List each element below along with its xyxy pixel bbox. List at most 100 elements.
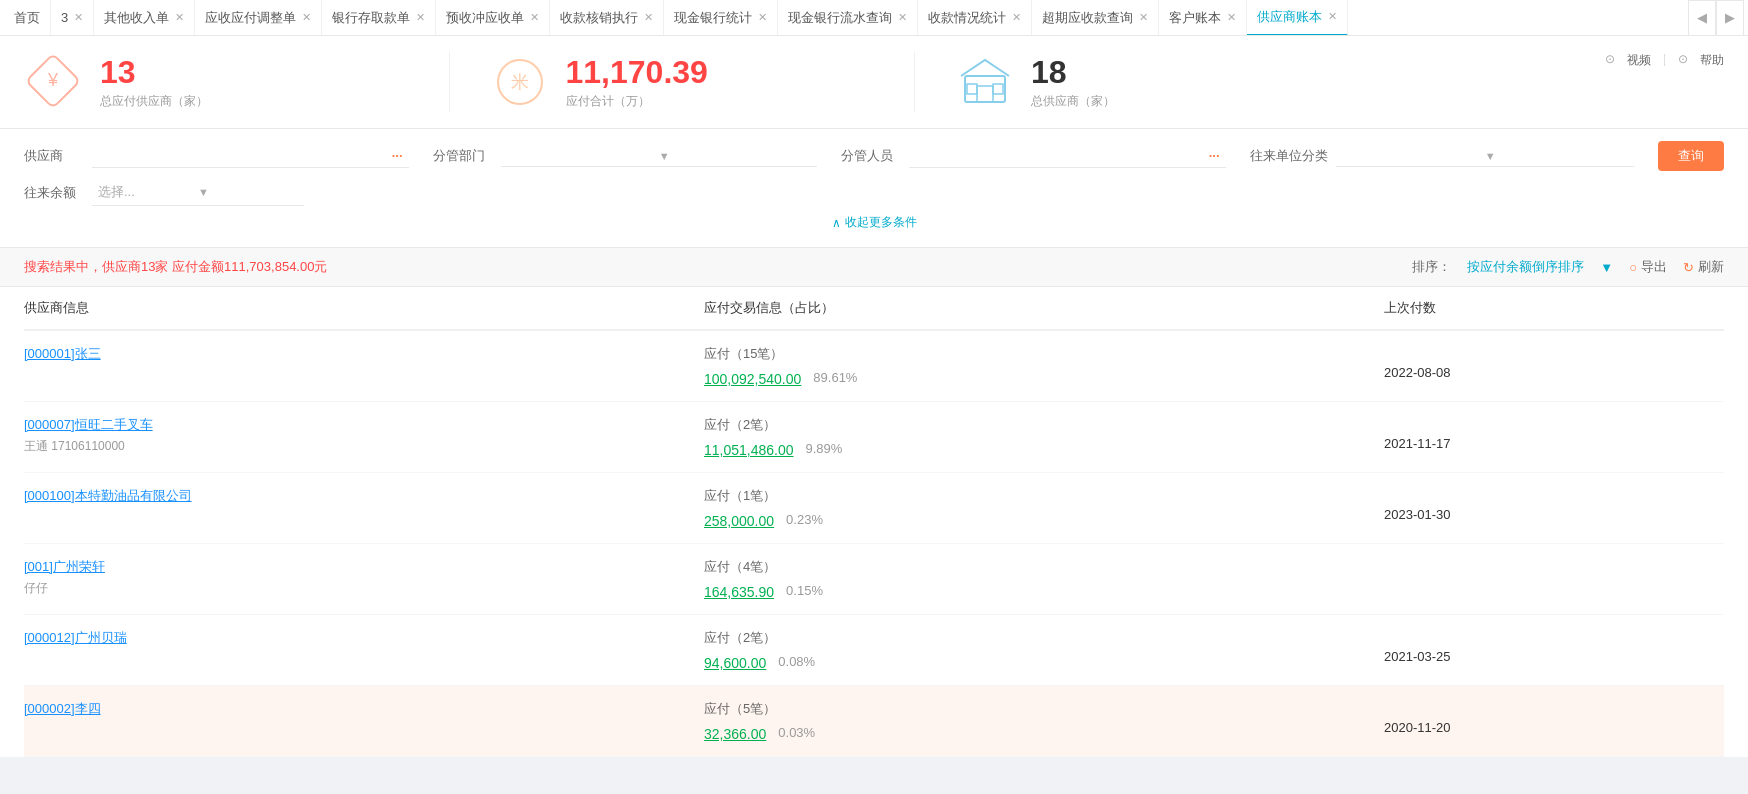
nav-bank[interactable]: 银行存取款单 ✕ (322, 0, 436, 36)
payable-total-label: 应付合计（万） (566, 93, 708, 110)
supplier-input-wrapper[interactable]: ··· (92, 144, 409, 168)
refresh-button[interactable]: ↻ 刷新 (1683, 258, 1724, 276)
close-adjust-icon[interactable]: ✕ (302, 11, 311, 24)
sort-dropdown[interactable]: 按应付余额倒序排序 (1467, 258, 1584, 276)
category-label: 往来单位分类 (1250, 147, 1328, 165)
result-bar: 搜索结果中，供应商13家 应付金额111,703,854.00元 排序： 按应付… (0, 248, 1748, 287)
nav-cash-flow[interactable]: 现金银行流水查询 ✕ (778, 0, 918, 36)
table-row: [000002]李四 应付（5笔） 32,366.00 0.03% 2020-1… (24, 686, 1724, 757)
person-label: 分管人员 (841, 147, 901, 165)
trans-amount-0[interactable]: 100,092,540.00 (704, 371, 801, 387)
trans-label-1: 应付（2笔） (704, 416, 1384, 434)
payable-suppliers-label: 总应付供应商（家） (100, 93, 208, 110)
svg-text:米: 米 (511, 72, 529, 92)
col-header-transaction: 应付交易信息（占比） (704, 299, 1384, 317)
person-input[interactable] (915, 148, 1209, 163)
nav-collection[interactable]: 收款情况统计 ✕ (918, 0, 1032, 36)
trans-amount-1[interactable]: 11,051,486.00 (704, 442, 794, 458)
total-suppliers-count: 18 (1031, 54, 1115, 91)
trans-label-0: 应付（15笔） (704, 345, 1384, 363)
nav-next-arrow[interactable]: ▶ (1716, 0, 1744, 36)
balance-select[interactable]: 选择... ▼ (92, 179, 304, 206)
close-bank-icon[interactable]: ✕ (416, 11, 425, 24)
collapse-chevron-up-icon: ∧ (832, 216, 841, 230)
top-right-links: ⊙ 视频 | ⊙ 帮助 (1605, 52, 1724, 69)
table-body: [000001]张三 应付（15笔） 100,092,540.00 89.61%… (24, 331, 1724, 757)
supplier-link-4[interactable]: [000012]广州贝瑞 (24, 630, 127, 645)
supplier-link-3[interactable]: [001]广州荣轩 (24, 559, 105, 574)
help-link[interactable]: 帮助 (1700, 52, 1724, 69)
trans-amount-4[interactable]: 94,600.00 (704, 655, 766, 671)
trans-amount-5[interactable]: 32,366.00 (704, 726, 766, 742)
summary-card-payable-suppliers: ¥ 13 总应付供应商（家） (24, 52, 409, 112)
person-input-wrapper[interactable]: ··· (909, 144, 1226, 168)
category-select[interactable]: ▼ (1336, 146, 1635, 167)
trans-percent-3: 0.15% (786, 583, 823, 598)
transaction-cell-4: 应付（2笔） 94,600.00 0.08% (704, 629, 1384, 671)
supplier-link-2[interactable]: [000100]本特勤油品有限公司 (24, 488, 192, 503)
trans-percent-0: 89.61% (813, 370, 857, 385)
trans-percent-4: 0.08% (778, 654, 815, 669)
nav-tab3[interactable]: 3 ✕ (51, 0, 94, 36)
filter-person: 分管人员 ··· (841, 144, 1226, 168)
nav-overdue[interactable]: 超期应收款查询 ✕ (1032, 0, 1159, 36)
person-dots-icon[interactable]: ··· (1209, 148, 1220, 163)
transaction-cell-2: 应付（1笔） 258,000.00 0.23% (704, 487, 1384, 529)
table-row: [000007]恒旺二手叉车 王通 17106110000 应付（2笔） 11,… (24, 402, 1724, 473)
supplier-link-1[interactable]: [000007]恒旺二手叉车 (24, 417, 153, 432)
supplier-cell-2: [000100]本特勤油品有限公司 (24, 487, 704, 505)
balance-label: 往来余额 (24, 184, 84, 202)
department-select[interactable]: ▼ (501, 146, 818, 167)
supplier-input[interactable] (98, 148, 392, 163)
nav-prev-arrow[interactable]: ◀ (1688, 0, 1716, 36)
video-link[interactable]: 视频 (1627, 52, 1651, 69)
supplier-dots-icon[interactable]: ··· (392, 148, 403, 163)
collapse-button[interactable]: ∧ 收起更多条件 (832, 214, 917, 231)
close-collection-icon[interactable]: ✕ (1012, 11, 1021, 24)
nav-other-income[interactable]: 其他收入单 ✕ (94, 0, 195, 36)
supplier-link-0[interactable]: [000001]张三 (24, 346, 101, 361)
close-customer-book-icon[interactable]: ✕ (1227, 11, 1236, 24)
supplier-cell-4: [000012]广州贝瑞 (24, 629, 704, 647)
trans-amount-3[interactable]: 164,635.90 (704, 584, 774, 600)
summary-divider-1 (449, 52, 450, 112)
close-verify-icon[interactable]: ✕ (644, 11, 653, 24)
refresh-label: 刷新 (1698, 258, 1724, 276)
nav-adjust[interactable]: 应收应付调整单 ✕ (195, 0, 322, 36)
sort-chevron-icon: ▼ (1600, 260, 1613, 275)
circle-play-icon: ⊙ (1605, 52, 1615, 69)
summary-bar: ¥ 13 总应付供应商（家） 米 11,170.39 应付合计（万） (0, 36, 1748, 129)
nav-home[interactable]: 首页 (4, 0, 51, 36)
nav-supplier-book[interactable]: 供应商账本 ✕ (1247, 0, 1348, 36)
close-other-income-icon[interactable]: ✕ (175, 11, 184, 24)
lastpay-cell-2: 2023-01-30 (1384, 487, 1724, 522)
table-row: [001]广州荣轩 仔仔 应付（4笔） 164,635.90 0.15% (24, 544, 1724, 615)
supplier-link-5[interactable]: [000002]李四 (24, 701, 101, 716)
circle-question-icon: ⊙ (1678, 52, 1688, 69)
trans-amount-2[interactable]: 258,000.00 (704, 513, 774, 529)
lastpay-cell-3 (1384, 558, 1724, 578)
nav-prepay[interactable]: 预收冲应收单 ✕ (436, 0, 550, 36)
nav-verify[interactable]: 收款核销执行 ✕ (550, 0, 664, 36)
close-tab3-icon[interactable]: ✕ (74, 11, 83, 24)
col-header-lastpay: 上次付数 (1384, 299, 1724, 317)
search-button[interactable]: 查询 (1658, 141, 1724, 171)
close-cash-flow-icon[interactable]: ✕ (898, 11, 907, 24)
svg-rect-6 (967, 84, 977, 94)
result-info: 搜索结果中，供应商13家 应付金额111,703,854.00元 (24, 258, 327, 276)
close-cash-stat-icon[interactable]: ✕ (758, 11, 767, 24)
export-button[interactable]: ○ 导出 (1629, 258, 1667, 276)
nav-customer-book[interactable]: 客户账本 ✕ (1159, 0, 1247, 36)
lastpay-cell-1: 2021-11-17 (1384, 416, 1724, 451)
table-row: [000012]广州贝瑞 应付（2笔） 94,600.00 0.08% 2021… (24, 615, 1724, 686)
close-prepay-icon[interactable]: ✕ (530, 11, 539, 24)
nav-cash-stat[interactable]: 现金银行统计 ✕ (664, 0, 778, 36)
lastpay-cell-4: 2021-03-25 (1384, 629, 1724, 664)
total-suppliers-label: 总供应商（家） (1031, 93, 1115, 110)
col-header-supplier: 供应商信息 (24, 299, 704, 317)
svg-rect-7 (993, 84, 1003, 94)
close-supplier-book-icon[interactable]: ✕ (1328, 10, 1337, 23)
lastpay-cell-0: 2022-08-08 (1384, 345, 1724, 380)
supplier-cell-0: [000001]张三 (24, 345, 704, 363)
close-overdue-icon[interactable]: ✕ (1139, 11, 1148, 24)
